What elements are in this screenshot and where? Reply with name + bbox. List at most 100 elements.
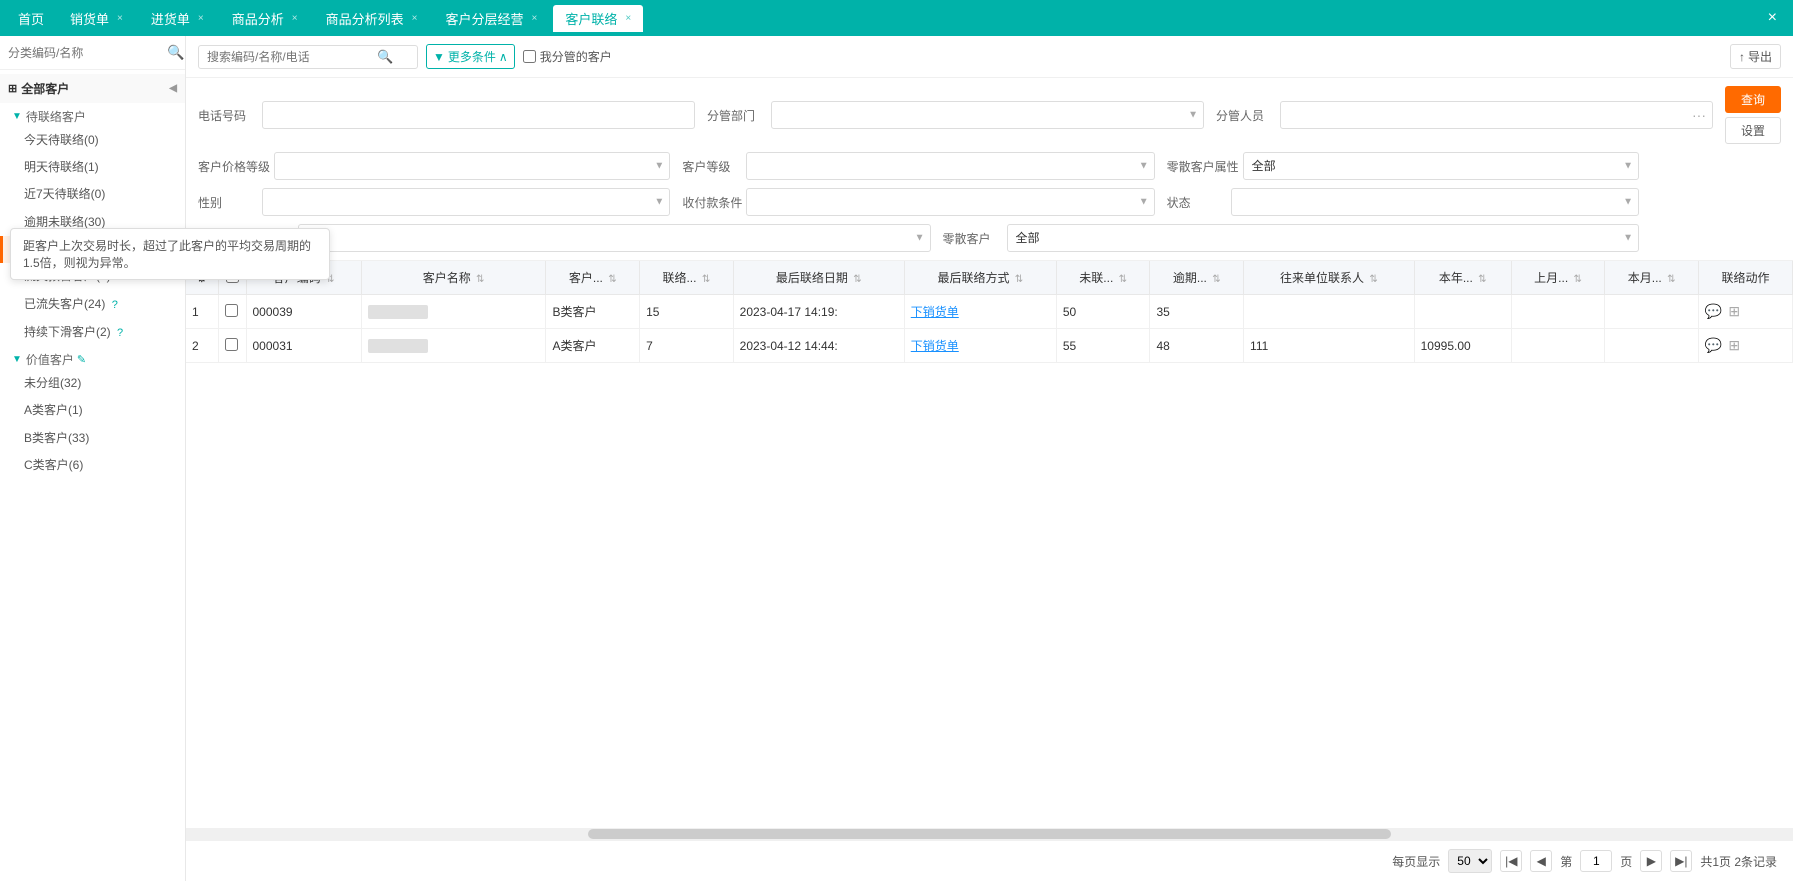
nav-tab-productanalysislist[interactable]: 商品分析列表 × bbox=[314, 5, 430, 32]
th-this-year[interactable]: 本年... ⇅ bbox=[1414, 261, 1511, 295]
page-input[interactable] bbox=[1580, 850, 1612, 872]
phone-input[interactable] bbox=[262, 101, 695, 129]
customer-type-select[interactable] bbox=[298, 224, 931, 252]
my-customer-check[interactable]: 我分管的客户 bbox=[523, 48, 612, 65]
main-search-input[interactable] bbox=[207, 50, 377, 64]
sidebar-item-today[interactable]: 今天待联络(0) bbox=[0, 127, 185, 154]
grid-action-icon-1[interactable]: ⊞ bbox=[1728, 303, 1740, 320]
window-close-icon[interactable]: × bbox=[1760, 9, 1785, 27]
chat-icon-2[interactable]: 💬 bbox=[1705, 337, 1722, 354]
sidebar-search-icon[interactable]: 🔍 bbox=[167, 44, 184, 61]
td-actions-1: 💬 ⊞ bbox=[1698, 295, 1792, 329]
close-salesorder-icon[interactable]: × bbox=[117, 13, 123, 24]
chat-icon-1[interactable]: 💬 bbox=[1705, 303, 1722, 320]
sidebar-item-a-class[interactable]: A类客户(1) bbox=[0, 397, 185, 424]
sidebar-item-7days[interactable]: 近7天待联络(0) bbox=[0, 181, 185, 208]
person-input[interactable] bbox=[1287, 108, 1692, 122]
sidebar-item-tomorrow[interactable]: 明天待联络(1) bbox=[0, 154, 185, 181]
name-sort-icon[interactable]: ⇅ bbox=[476, 274, 484, 285]
main-search-icon[interactable]: 🔍 bbox=[377, 49, 393, 65]
td-last-method-1[interactable]: 下销货单 bbox=[904, 295, 1056, 329]
nav-tab-purchaseorder[interactable]: 进货单 × bbox=[139, 5, 216, 32]
retail-attr-select[interactable]: 全部 bbox=[1243, 152, 1639, 180]
page-size-select[interactable]: 50 bbox=[1448, 849, 1492, 873]
close-purchaseorder-icon[interactable]: × bbox=[198, 13, 204, 24]
close-customerlayer-icon[interactable]: × bbox=[531, 13, 537, 24]
th-this-month[interactable]: 本月... ⇅ bbox=[1605, 261, 1699, 295]
th-last-date[interactable]: 最后联络日期 ⇅ bbox=[733, 261, 904, 295]
action-buttons: 查询 设置 bbox=[1725, 86, 1781, 144]
td-check-1[interactable] bbox=[218, 295, 246, 329]
nav-tab-productanalysis[interactable]: 商品分析 × bbox=[220, 5, 310, 32]
sidebar-item-ungroup[interactable]: 未分组(32) bbox=[0, 370, 185, 397]
sidebar-item-lost[interactable]: 已流失客户(24) ? bbox=[0, 291, 185, 319]
price-level-select[interactable] bbox=[274, 152, 670, 180]
dept-select[interactable] bbox=[771, 101, 1204, 129]
last-page-btn[interactable]: ▶| bbox=[1670, 850, 1692, 872]
th-last-month[interactable]: 上月... ⇅ bbox=[1511, 261, 1605, 295]
filter-gender: 性别 ▼ bbox=[198, 188, 670, 216]
th-name[interactable]: 客户名称 ⇅ bbox=[361, 261, 546, 295]
prev-page-btn[interactable]: ◀ bbox=[1530, 850, 1552, 872]
first-page-btn[interactable]: |◀ bbox=[1500, 850, 1522, 872]
uncontacted-sort-icon[interactable]: ⇅ bbox=[1119, 274, 1127, 285]
query-button[interactable]: 查询 bbox=[1725, 86, 1781, 113]
contact-count-sort-icon[interactable]: ⇅ bbox=[702, 274, 710, 285]
triangle-icon: ▼ bbox=[12, 111, 22, 122]
td-check-2[interactable] bbox=[218, 329, 246, 363]
sidebar-item-b-class[interactable]: B类客户(33) bbox=[0, 425, 185, 452]
declining-help-icon[interactable]: ? bbox=[117, 327, 123, 339]
person-more-icon[interactable]: ··· bbox=[1692, 107, 1706, 123]
export-btn[interactable]: ↑ 导出 bbox=[1730, 44, 1781, 69]
lost-help-icon[interactable]: ? bbox=[112, 299, 118, 311]
last-month-sort-icon[interactable]: ⇅ bbox=[1574, 274, 1582, 285]
status-select[interactable] bbox=[1231, 188, 1639, 216]
overdue-sort-icon[interactable]: ⇅ bbox=[1212, 274, 1220, 285]
this-month-sort-icon[interactable]: ⇅ bbox=[1667, 274, 1675, 285]
row2-checkbox[interactable] bbox=[225, 338, 238, 351]
last-method-sort-icon[interactable]: ⇅ bbox=[1015, 274, 1023, 285]
close-productanalysislist-icon[interactable]: × bbox=[412, 13, 418, 24]
sidebar-value-section[interactable]: ▼ 价值客户 ✎ bbox=[0, 346, 185, 370]
th-uncontacted[interactable]: 未联... ⇅ bbox=[1056, 261, 1150, 295]
type-sort-icon[interactable]: ⇅ bbox=[608, 274, 616, 285]
last-method-link-2[interactable]: 下销货单 bbox=[911, 339, 959, 353]
setting-button[interactable]: 设置 bbox=[1725, 117, 1781, 144]
td-contact-person-2: 111 bbox=[1244, 329, 1415, 363]
sidebar-search-input[interactable] bbox=[8, 46, 163, 60]
th-overdue[interactable]: 逾期... ⇅ bbox=[1150, 261, 1244, 295]
customer-level-select[interactable] bbox=[746, 152, 1154, 180]
next-page-btn[interactable]: ▶ bbox=[1640, 850, 1662, 872]
scrollbar-thumb[interactable] bbox=[588, 829, 1392, 839]
close-customercontact-icon[interactable]: × bbox=[625, 13, 631, 24]
th-contact-person[interactable]: 往来单位联系人 ⇅ bbox=[1244, 261, 1415, 295]
name1-masked bbox=[368, 305, 428, 319]
td-last-method-2[interactable]: 下销货单 bbox=[904, 329, 1056, 363]
nav-tab-customerlayer[interactable]: 客户分层经营 × bbox=[433, 5, 549, 32]
sidebar-item-c-class[interactable]: C类客户(6) bbox=[0, 452, 185, 479]
last-method-link-1[interactable]: 下销货单 bbox=[911, 305, 959, 319]
value-edit-icon[interactable]: ✎ bbox=[77, 353, 86, 366]
this-year-sort-icon[interactable]: ⇅ bbox=[1478, 274, 1486, 285]
retail-customer-select[interactable]: 全部 bbox=[1007, 224, 1640, 252]
table-area[interactable]: ⚙ 客户编码 ⇅ 客户名称 ⇅ bbox=[186, 261, 1793, 828]
last-date-sort-icon[interactable]: ⇅ bbox=[853, 274, 861, 285]
row1-checkbox[interactable] bbox=[225, 304, 238, 317]
sidebar-item-declining[interactable]: 持续下滑客户(2) ? bbox=[0, 319, 185, 347]
th-contact-count[interactable]: 联络... ⇅ bbox=[640, 261, 734, 295]
th-last-method[interactable]: 最后联络方式 ⇅ bbox=[904, 261, 1056, 295]
contact-person-sort-icon[interactable]: ⇅ bbox=[1369, 274, 1377, 285]
more-filter-btn[interactable]: ▼ 更多条件 ∧ bbox=[426, 44, 515, 69]
my-customer-checkbox[interactable] bbox=[523, 50, 536, 63]
gender-select[interactable] bbox=[262, 188, 670, 216]
grid-action-icon-2[interactable]: ⊞ bbox=[1728, 337, 1740, 354]
close-productanalysis-icon[interactable]: × bbox=[292, 13, 298, 24]
nav-tab-customercontact[interactable]: 客户联络 × bbox=[553, 5, 643, 32]
payment-select[interactable] bbox=[746, 188, 1154, 216]
sidebar-all-customers[interactable]: ⊞ 全部客户 ◀ bbox=[0, 74, 185, 103]
sidebar-pending-section[interactable]: ▼ 待联络客户 bbox=[0, 103, 185, 127]
horizontal-scrollbar[interactable] bbox=[186, 828, 1793, 840]
nav-tab-salesorder[interactable]: 销货单 × bbox=[58, 5, 135, 32]
nav-home[interactable]: 首页 bbox=[8, 5, 54, 32]
th-type[interactable]: 客户... ⇅ bbox=[546, 261, 640, 295]
